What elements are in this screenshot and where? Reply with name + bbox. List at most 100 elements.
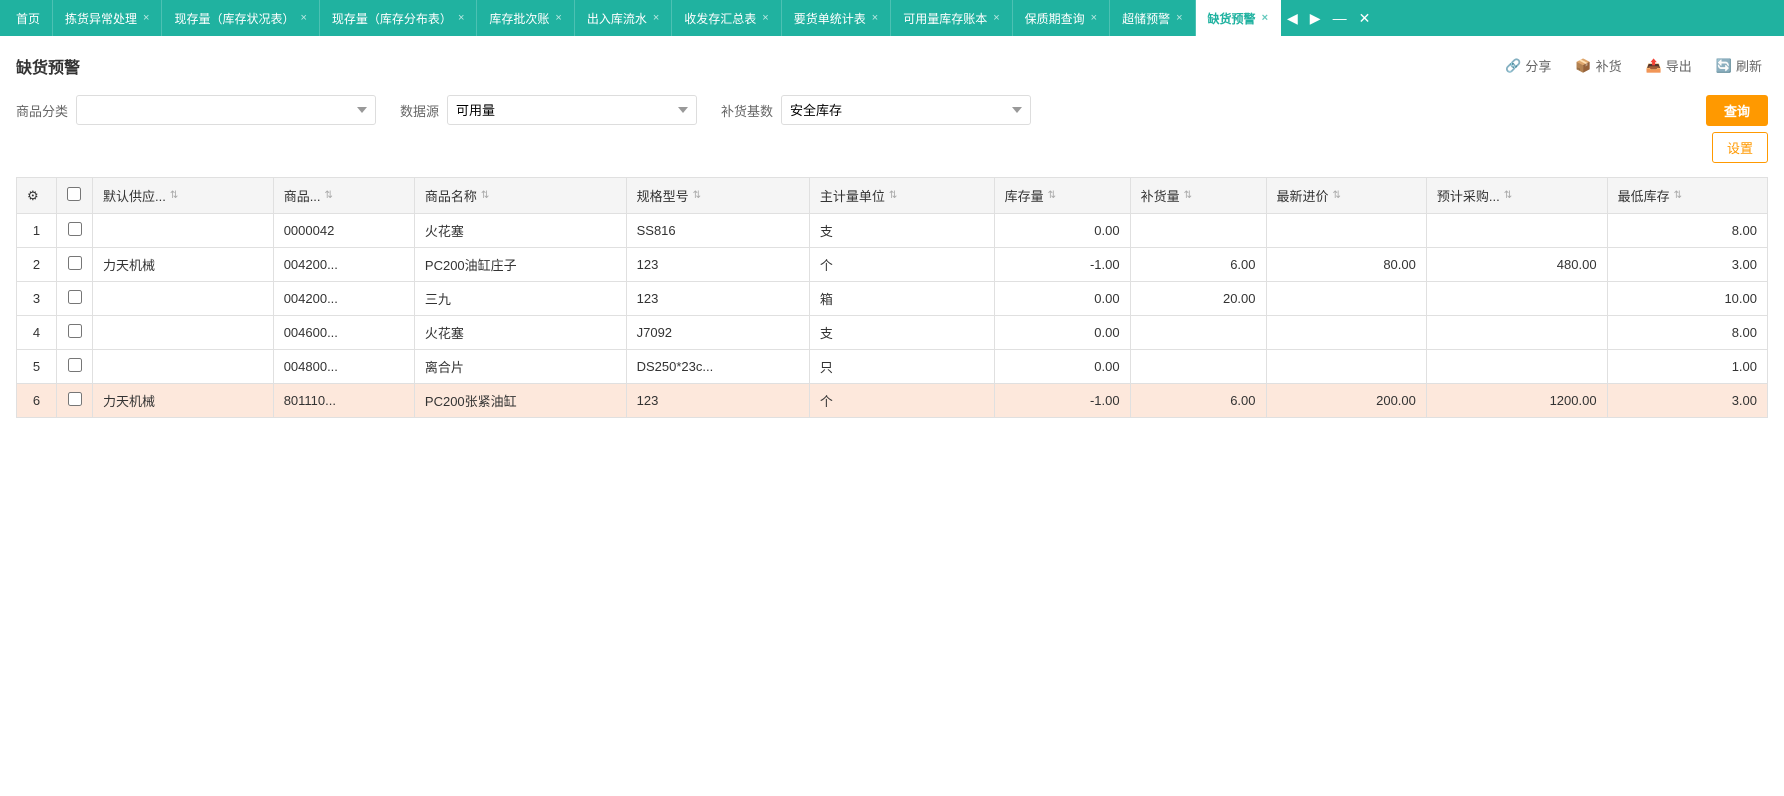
tab-minimize-button[interactable]: —: [1327, 0, 1353, 36]
row-code: 004800...: [273, 350, 414, 384]
tab-order-stats[interactable]: 要货单统计表 ×: [782, 0, 891, 36]
row-code: 0000042: [273, 214, 414, 248]
tab-batch-account[interactable]: 库存批次账 ×: [477, 0, 574, 36]
share-button[interactable]: 🔗 分享: [1499, 52, 1557, 79]
tab-close-inventory-dist[interactable]: ×: [458, 12, 464, 24]
table-header-row: ⚙ 默认供应... ⇅ 商品... ⇅: [17, 178, 1768, 214]
category-select[interactable]: [76, 95, 376, 125]
row-supplier: [93, 316, 274, 350]
row-name: 三九: [414, 282, 626, 316]
row-settings-cell: 1: [17, 214, 57, 248]
row-stock: 0.00: [994, 350, 1130, 384]
row-code: 004200...: [273, 248, 414, 282]
row-spec: 123: [626, 384, 809, 418]
tab-close-collect-summary[interactable]: ×: [762, 12, 768, 24]
th-unit[interactable]: 主计量单位 ⇅: [809, 178, 994, 214]
query-button[interactable]: 查询: [1706, 95, 1768, 126]
row-checkbox-cell[interactable]: [57, 316, 93, 350]
export-button[interactable]: 📤 导出: [1640, 52, 1698, 79]
row-code: 004200...: [273, 282, 414, 316]
row-min-stock: 1.00: [1607, 350, 1767, 384]
row-checkbox-cell[interactable]: [57, 248, 93, 282]
tab-close-inout-flow[interactable]: ×: [653, 12, 659, 24]
row-replenish: [1130, 316, 1266, 350]
th-stock[interactable]: 库存量 ⇅: [994, 178, 1130, 214]
row-min-stock: 3.00: [1607, 384, 1767, 418]
tab-abnormal[interactable]: 拣货异常处理 ×: [53, 0, 162, 36]
row-est-purchase: [1426, 316, 1607, 350]
row-est-purchase: [1426, 282, 1607, 316]
row-min-stock: 10.00: [1607, 282, 1767, 316]
replenish-base-filter-group: 补货基数 安全库存 最低库存 最高库存: [721, 95, 1031, 125]
replenish-base-select[interactable]: 安全库存 最低库存 最高库存: [781, 95, 1031, 125]
row-code: 801110...: [273, 384, 414, 418]
refresh-button[interactable]: 🔄 刷新: [1710, 52, 1768, 79]
tab-expiry-query[interactable]: 保质期查询 ×: [1013, 0, 1110, 36]
tab-inventory-dist[interactable]: 现存量（库存分布表） ×: [320, 0, 477, 36]
th-supplier[interactable]: 默认供应... ⇅: [93, 178, 274, 214]
th-latest-price[interactable]: 最新进价 ⇅: [1266, 178, 1426, 214]
row-latest-price: 80.00: [1266, 248, 1426, 282]
row-spec: DS250*23c...: [626, 350, 809, 384]
tab-close-expiry-query[interactable]: ×: [1091, 12, 1097, 24]
row-checkbox-cell[interactable]: [57, 214, 93, 248]
row-checkbox[interactable]: [68, 392, 82, 406]
tab-inventory-status[interactable]: 现存量（库存状况表） ×: [162, 0, 319, 36]
tab-inout-flow[interactable]: 出入库流水 ×: [575, 0, 672, 36]
th-est-purchase[interactable]: 预计采购... ⇅: [1426, 178, 1607, 214]
th-code[interactable]: 商品... ⇅: [273, 178, 414, 214]
tab-home[interactable]: 首页: [4, 0, 53, 36]
select-all-checkbox[interactable]: [67, 187, 81, 201]
row-checkbox[interactable]: [68, 358, 82, 372]
tab-close-window-button[interactable]: ✕: [1353, 0, 1377, 36]
row-checkbox[interactable]: [68, 256, 82, 270]
row-replenish: [1130, 214, 1266, 248]
th-settings[interactable]: ⚙: [17, 178, 57, 214]
th-name[interactable]: 商品名称 ⇅: [414, 178, 626, 214]
row-name: 火花塞: [414, 316, 626, 350]
replenish-button[interactable]: 📦 补货: [1569, 52, 1627, 79]
row-unit: 支: [809, 214, 994, 248]
row-checkbox-cell[interactable]: [57, 282, 93, 316]
table-row: 2 力天机械 004200... PC200油缸庄子 123 个 -1.00 6…: [17, 248, 1768, 282]
row-min-stock: 8.00: [1607, 316, 1767, 350]
tab-close-available-ledger[interactable]: ×: [993, 12, 999, 24]
tab-collect-summary[interactable]: 收发存汇总表 ×: [672, 0, 781, 36]
row-code: 004600...: [273, 316, 414, 350]
tab-shortage[interactable]: 缺货预警 ×: [1196, 0, 1281, 36]
tab-close-overstock[interactable]: ×: [1176, 12, 1182, 24]
page-title-row: 缺货预警 🔗 分享 📦 补货 📤 导出 🔄 刷新: [16, 52, 1768, 79]
row-supplier: [93, 214, 274, 248]
row-min-stock: 3.00: [1607, 248, 1767, 282]
sort-icon-code: ⇅: [325, 190, 333, 201]
row-checkbox[interactable]: [68, 324, 82, 338]
row-checkbox[interactable]: [68, 222, 82, 236]
row-spec: SS816: [626, 214, 809, 248]
th-min-stock[interactable]: 最低库存 ⇅: [1607, 178, 1767, 214]
th-spec[interactable]: 规格型号 ⇅: [626, 178, 809, 214]
tab-close-shortage[interactable]: ×: [1262, 12, 1268, 24]
row-est-purchase: [1426, 350, 1607, 384]
tab-prev-button[interactable]: ◀: [1281, 0, 1304, 36]
tab-overstock[interactable]: 超储预警 ×: [1110, 0, 1195, 36]
row-replenish: 6.00: [1130, 384, 1266, 418]
tab-close-order-stats[interactable]: ×: [872, 12, 878, 24]
row-checkbox-cell[interactable]: [57, 350, 93, 384]
datasource-select[interactable]: 可用量 库存量 实际库存: [447, 95, 697, 125]
row-checkbox-cell[interactable]: [57, 384, 93, 418]
tab-close-inventory-status[interactable]: ×: [300, 12, 306, 24]
category-label: 商品分类: [16, 101, 68, 120]
tab-close-batch-account[interactable]: ×: [555, 12, 561, 24]
page-content: 缺货预警 🔗 分享 📦 补货 📤 导出 🔄 刷新 商品分类: [0, 36, 1784, 796]
gear-icon: ⚙: [27, 188, 39, 203]
row-latest-price: [1266, 282, 1426, 316]
th-replenish[interactable]: 补货量 ⇅: [1130, 178, 1266, 214]
tab-next-button[interactable]: ▶: [1304, 0, 1327, 36]
tab-close-abnormal[interactable]: ×: [143, 12, 149, 24]
settings-button[interactable]: 设置: [1712, 132, 1768, 163]
sort-icon-unit: ⇅: [889, 190, 897, 201]
tab-available-ledger[interactable]: 可用量库存账本 ×: [891, 0, 1012, 36]
row-checkbox[interactable]: [68, 290, 82, 304]
row-min-stock: 8.00: [1607, 214, 1767, 248]
row-name: PC200油缸庄子: [414, 248, 626, 282]
